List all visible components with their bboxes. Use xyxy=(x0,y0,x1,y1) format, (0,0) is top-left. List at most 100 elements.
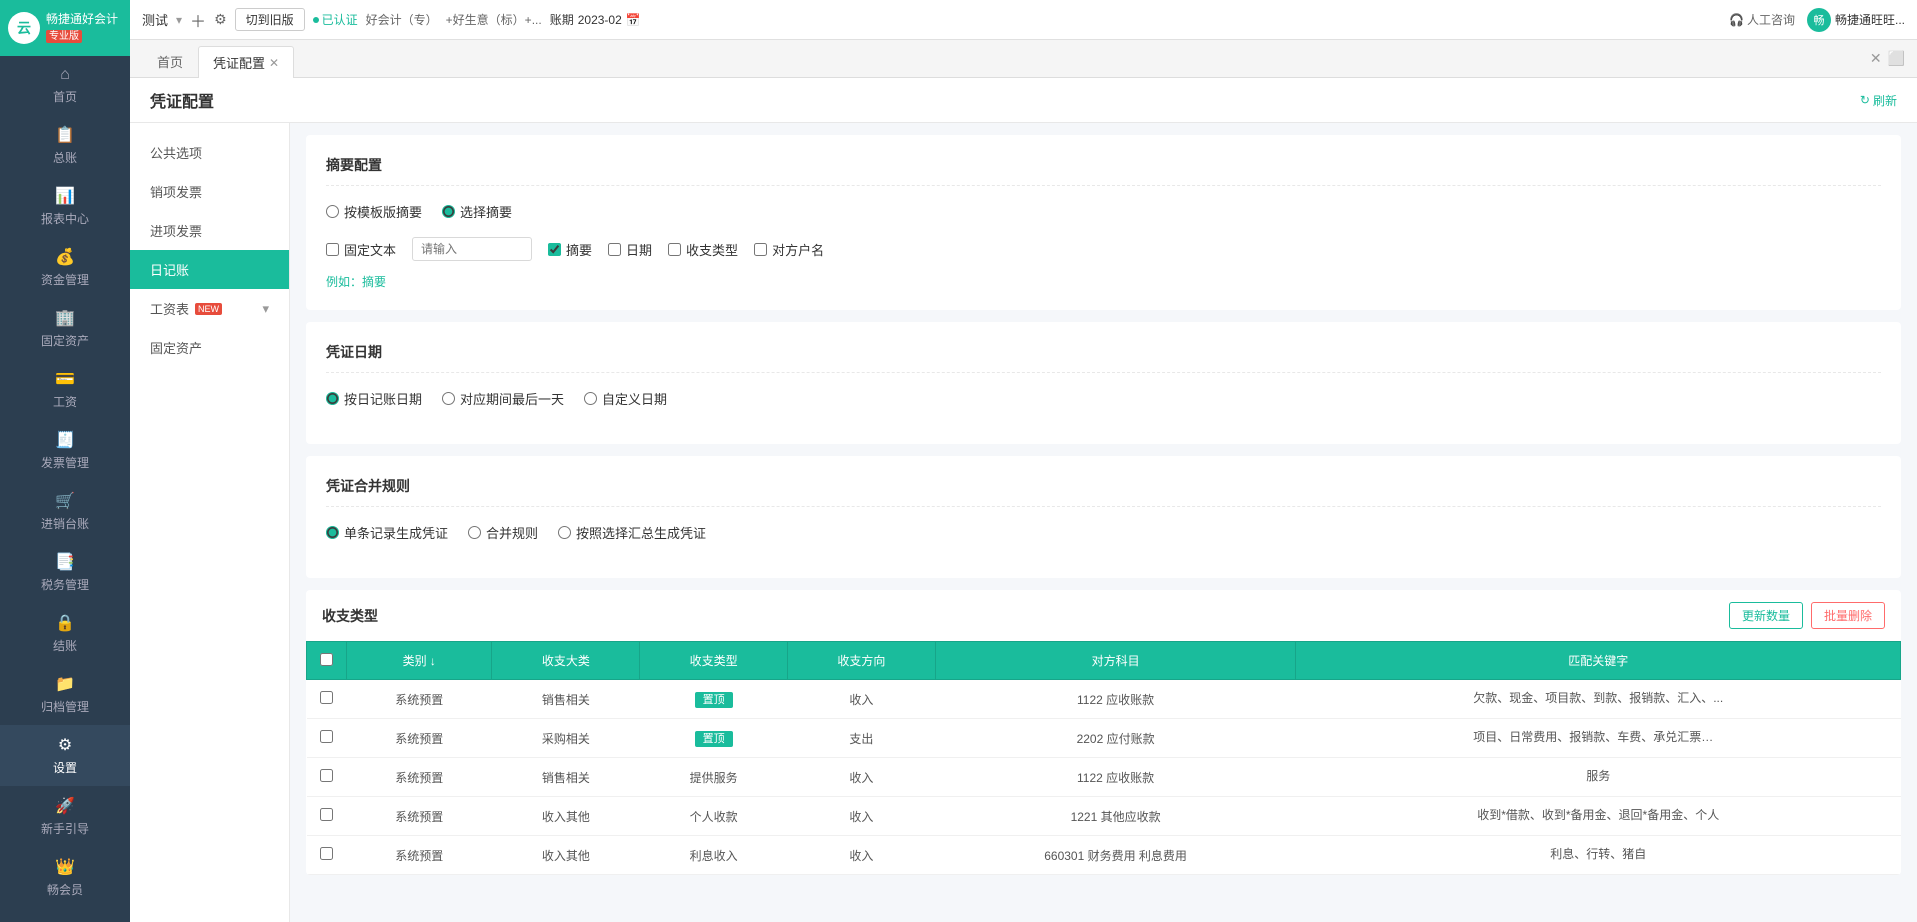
counterparty-checkbox[interactable] xyxy=(754,243,767,256)
tab-voucher-config[interactable]: 凭证配置 ✕ xyxy=(198,46,294,78)
pay-type-checkbox[interactable] xyxy=(668,243,681,256)
checkbox-fixed-text[interactable]: 固定文本 xyxy=(326,240,396,259)
service-button[interactable]: 🎧 人工咨询 xyxy=(1729,11,1795,28)
row-direction: 收入 xyxy=(787,836,935,875)
row-checkbox[interactable] xyxy=(307,758,347,797)
tab-home[interactable]: 首页 xyxy=(142,45,198,77)
content-split: 公共选项 销项发票 进项发票 日记账 工资表 NEW ▾ xyxy=(130,123,1917,922)
topbar-dropdown-arrow[interactable]: ▾ xyxy=(176,13,182,27)
period-last-radio[interactable] xyxy=(442,392,455,405)
radio-diary-date[interactable]: 按日记账日期 xyxy=(326,389,422,408)
update-button[interactable]: 更新数量 xyxy=(1729,602,1803,629)
table-section-header: 收支类型 更新数量 批量删除 xyxy=(306,590,1901,641)
content-area: 凭证配置 ↻ 刷新 公共选项 销项发票 进项发票 xyxy=(130,78,1917,922)
select-all-checkbox[interactable] xyxy=(320,653,333,666)
checkbox-summary[interactable]: 摘要 xyxy=(548,240,592,259)
radio-select-input[interactable] xyxy=(442,205,455,218)
topbar-gear-icon[interactable]: ⚙ xyxy=(214,11,227,28)
checkbox-counterparty[interactable]: 对方户名 xyxy=(754,240,824,259)
checkbox-pay-type[interactable]: 收支类型 xyxy=(668,240,738,259)
home-icon: ⌂ xyxy=(60,66,70,84)
th-checkbox xyxy=(307,642,347,680)
switch-old-version-button[interactable]: 切到旧版 xyxy=(235,8,305,31)
voucher-date-section: 凭证日期 按日记账日期 对应期间最后一天 xyxy=(306,322,1901,444)
table-row: 系统预置 收入其他 利息收入 收入 660301 财务费用 利息费用 利息、行转… xyxy=(307,836,1901,875)
sidebar-item-tax[interactable]: 📑 税务管理 xyxy=(0,542,130,603)
row-type: 置顶 xyxy=(640,680,788,719)
radio-summary-gen[interactable]: 按照选择汇总生成凭证 xyxy=(558,523,706,542)
maximize-window-button[interactable]: ⬜ xyxy=(1888,50,1905,67)
single-radio[interactable] xyxy=(326,526,339,539)
expand-arrow-icon: ▾ xyxy=(262,301,269,317)
row-checkbox[interactable] xyxy=(307,680,347,719)
summary-gen-radio[interactable] xyxy=(558,526,571,539)
report-icon: 📊 xyxy=(55,186,75,206)
keyword-text: 项目、日常费用、报销款、车费、承兑汇票、付款 xyxy=(1473,728,1723,745)
assets-icon: 🏢 xyxy=(55,308,75,328)
close-window-button[interactable]: ✕ xyxy=(1870,50,1882,67)
batch-delete-button[interactable]: 批量删除 xyxy=(1811,602,1885,629)
topbar-product-info1: 好会计（专） xyxy=(366,11,438,28)
left-nav-purchase-invoice[interactable]: 进项发票 xyxy=(130,211,289,250)
row-checkbox[interactable] xyxy=(307,719,347,758)
custom-date-radio[interactable] xyxy=(584,392,597,405)
row-checkbox[interactable] xyxy=(307,797,347,836)
merge-radio[interactable] xyxy=(468,526,481,539)
summary-checkbox[interactable] xyxy=(548,243,561,256)
fixed-text-input[interactable] xyxy=(412,237,532,261)
close-tab-icon[interactable]: ✕ xyxy=(269,56,279,70)
pin-top-tag[interactable]: 置顶 xyxy=(695,692,733,708)
radio-select[interactable]: 选择摘要 xyxy=(442,202,512,221)
checkbox-date[interactable]: 日期 xyxy=(608,240,652,259)
radio-merge[interactable]: 合并规则 xyxy=(468,523,538,542)
row-counterpart-account: 1122 应收账款 xyxy=(935,758,1296,797)
left-nav-sales-invoice[interactable]: 销项发票 xyxy=(130,172,289,211)
pin-top-tag[interactable]: 置顶 xyxy=(695,731,733,747)
date-checkbox[interactable] xyxy=(608,243,621,256)
calendar-icon[interactable]: 📅 xyxy=(626,13,641,27)
logo-icon: 云 xyxy=(8,12,40,44)
user-name: 畅捷通旺旺... xyxy=(1835,11,1905,28)
radio-template[interactable]: 按模板版摘要 xyxy=(326,202,422,221)
sidebar-item-home[interactable]: ⌂ 首页 xyxy=(0,56,130,115)
radio-period-last[interactable]: 对应期间最后一天 xyxy=(442,389,564,408)
row-checkbox[interactable] xyxy=(307,836,347,875)
row-select-checkbox[interactable] xyxy=(320,847,333,860)
sidebar-item-guide[interactable]: 🚀 新手引导 xyxy=(0,786,130,847)
left-nav-payroll[interactable]: 工资表 NEW ▾ xyxy=(130,289,289,328)
radio-single[interactable]: 单条记录生成凭证 xyxy=(326,523,448,542)
refresh-button[interactable]: ↻ 刷新 xyxy=(1860,92,1897,109)
sidebar-item-salary[interactable]: 💳 工资 xyxy=(0,359,130,420)
sidebar-item-assets[interactable]: 🏢 固定资产 xyxy=(0,298,130,359)
sidebar-item-close[interactable]: 🔒 结账 xyxy=(0,603,130,664)
left-nav-diary[interactable]: 日记账 xyxy=(130,250,289,289)
topbar-right: 🎧 人工咨询 畅 畅捷通旺旺... xyxy=(1729,8,1905,32)
th-major-type: 收支大类 xyxy=(492,642,640,680)
row-select-checkbox[interactable] xyxy=(320,691,333,704)
sidebar-item-report[interactable]: 📊 报表中心 xyxy=(0,176,130,237)
user-menu[interactable]: 畅 畅捷通旺旺... xyxy=(1807,8,1905,32)
sidebar-item-settings[interactable]: ⚙ 设置 xyxy=(0,725,130,786)
row-select-checkbox[interactable] xyxy=(320,730,333,743)
fixed-text-checkbox[interactable] xyxy=(326,243,339,256)
sidebar-item-invoice[interactable]: 🧾 发票管理 xyxy=(0,420,130,481)
income-expense-section: 收支类型 更新数量 批量删除 xyxy=(306,590,1901,875)
member-icon: 👑 xyxy=(55,857,75,877)
radio-template-input[interactable] xyxy=(326,205,339,218)
row-category: 系统预置 xyxy=(347,680,492,719)
row-select-checkbox[interactable] xyxy=(320,769,333,782)
radio-custom-date[interactable]: 自定义日期 xyxy=(584,389,667,408)
sidebar-item-archive[interactable]: 📁 归档管理 xyxy=(0,664,130,725)
sidebar-item-ledger[interactable]: 📋 总账 xyxy=(0,115,130,176)
logo-text: 畅捷通好会计 专业版 xyxy=(46,12,118,43)
sidebar-item-purchase[interactable]: 🛒 进销台账 xyxy=(0,481,130,542)
row-match-keyword: 项目、日常费用、报销款、车费、承兑汇票、付款 xyxy=(1296,719,1901,758)
sidebar-item-member[interactable]: 👑 畅会员 xyxy=(0,847,130,908)
left-nav-public[interactable]: 公共选项 xyxy=(130,133,289,172)
topbar-add-button[interactable]: ＋ xyxy=(190,8,206,32)
sidebar-item-funds[interactable]: 💰 资金管理 xyxy=(0,237,130,298)
row-select-checkbox[interactable] xyxy=(320,808,333,821)
left-nav-fixed-assets[interactable]: 固定资产 xyxy=(130,328,289,367)
diary-date-radio[interactable] xyxy=(326,392,339,405)
th-direction: 收支方向 xyxy=(787,642,935,680)
